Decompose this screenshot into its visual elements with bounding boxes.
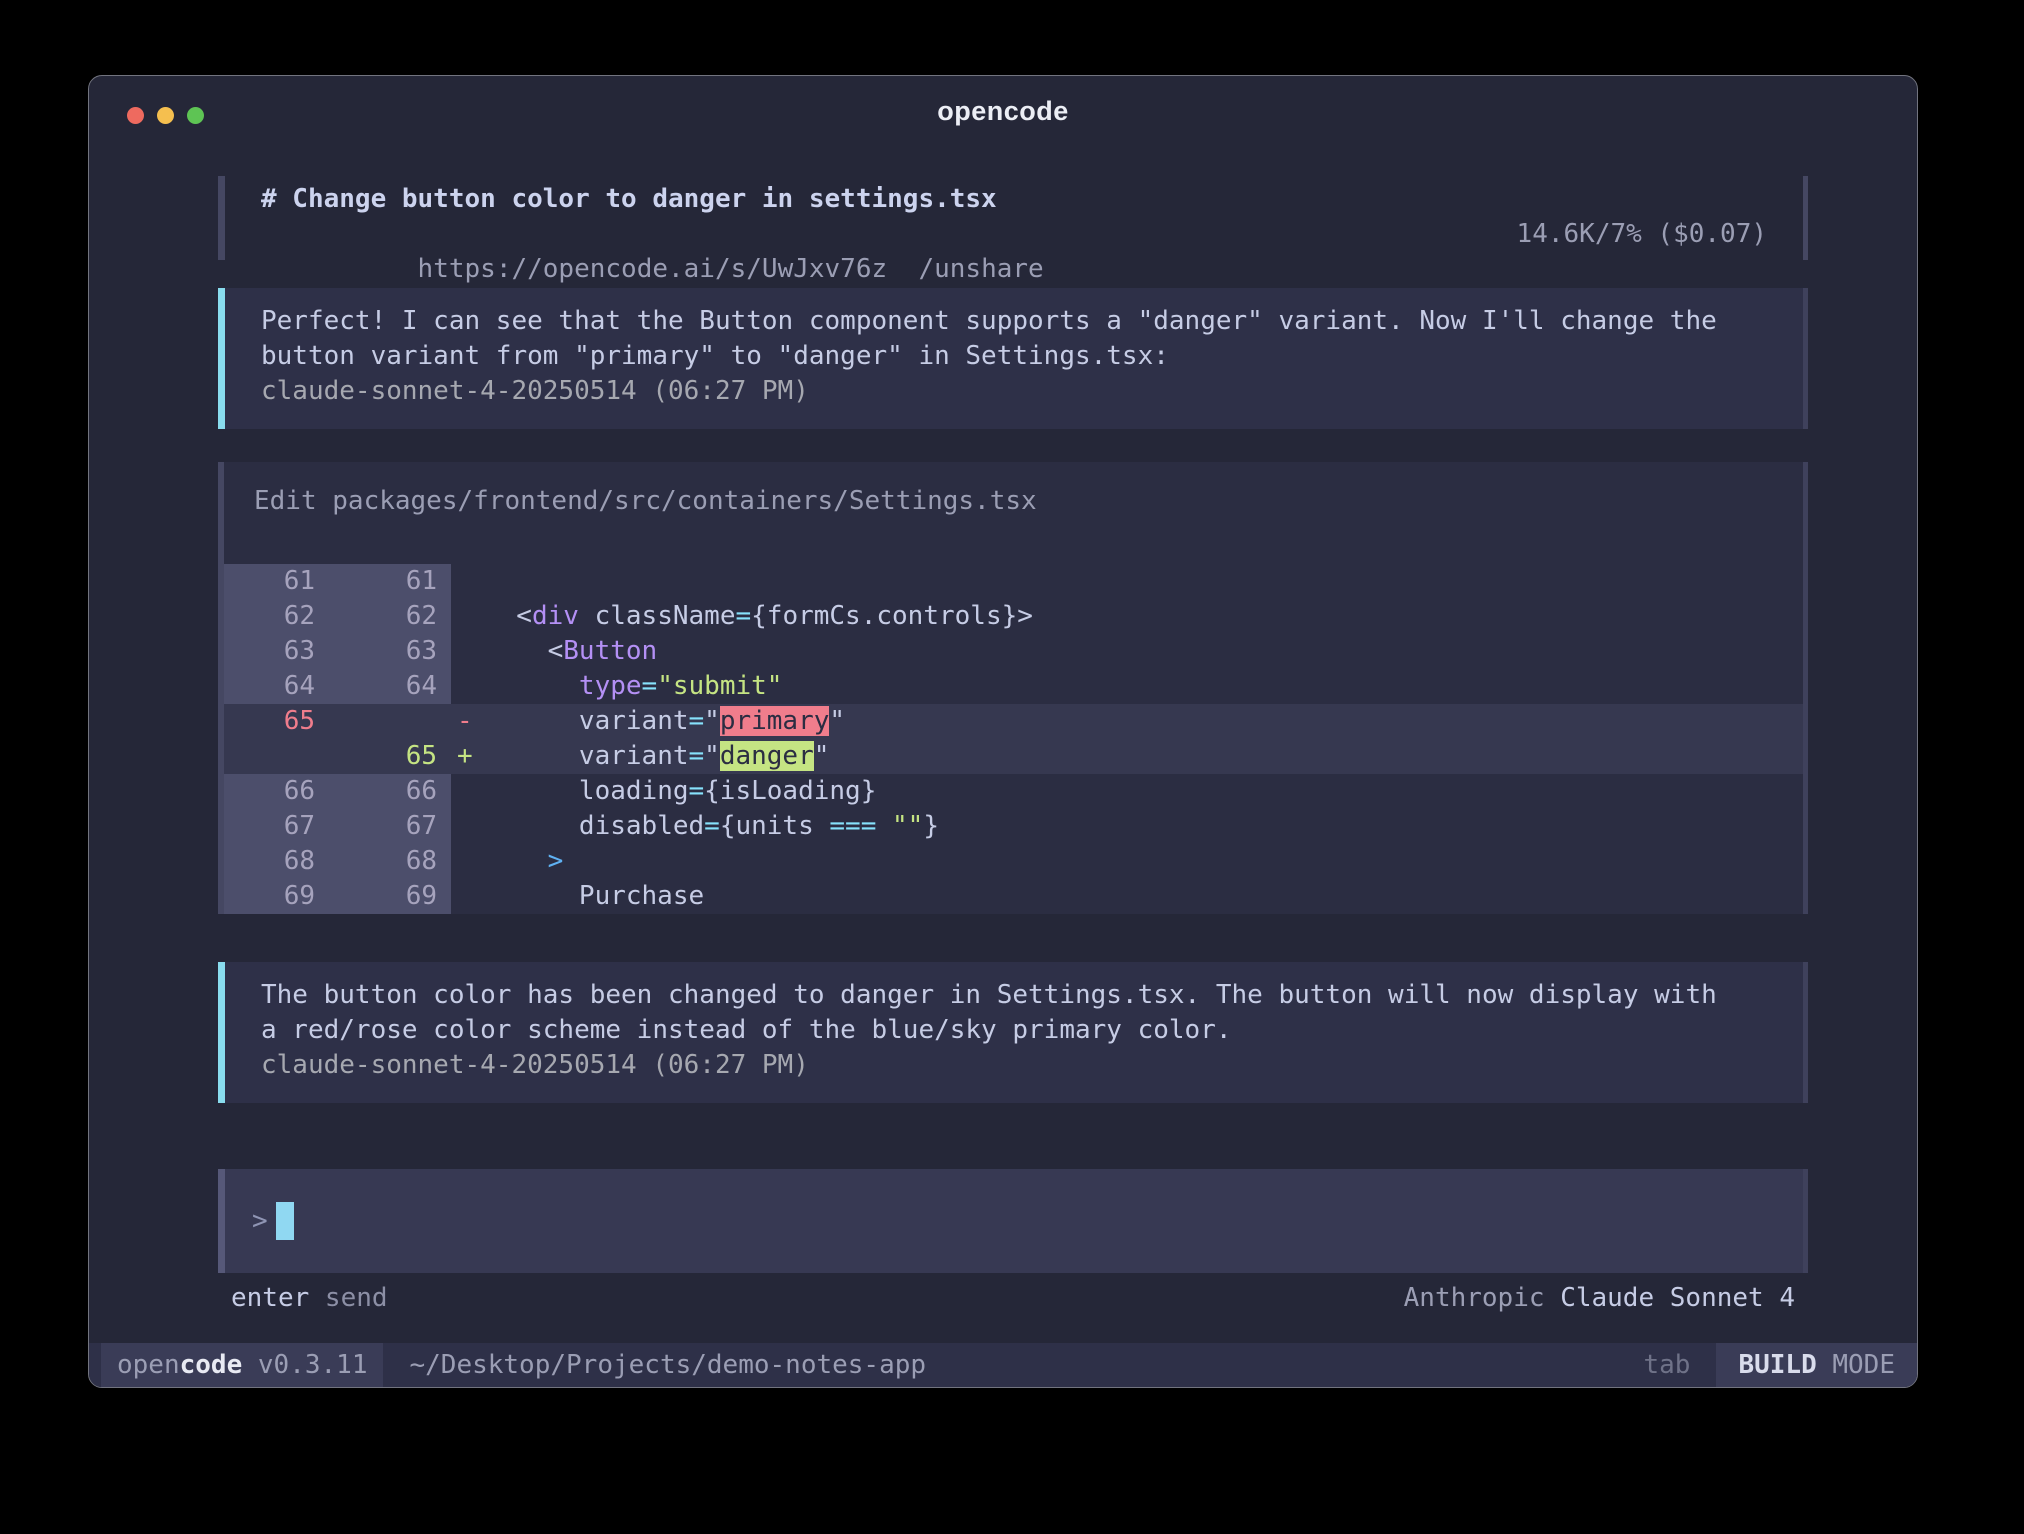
text-cursor <box>276 1202 294 1240</box>
prompt-input[interactable]: > <box>218 1169 1808 1273</box>
diff-line: 6666 loading={isLoading} <box>224 774 1803 809</box>
diff-line: 6363 <Button <box>224 634 1803 669</box>
hint-row: enter send Anthropic Claude Sonnet 4 <box>218 1281 1808 1316</box>
unshare-command[interactable]: /unshare <box>918 254 1043 284</box>
model-indicator: Anthropic Claude Sonnet 4 <box>1404 1281 1795 1316</box>
diff-line: 65- variant="primary" <box>224 704 1803 739</box>
message-text-line: button variant from "primary" to "danger… <box>261 339 1767 374</box>
diff-line: 6767 disabled={units === ""} <box>224 809 1803 844</box>
edit-file-header: Edit packages/frontend/src/containers/Se… <box>224 484 1803 519</box>
diff-line: 6161 <box>224 564 1803 599</box>
diff-line: 6868 > <box>224 844 1803 879</box>
desktop-background: opencode # Change button color to danger… <box>0 0 2024 1534</box>
opencode-window: opencode # Change button color to danger… <box>88 75 1918 1388</box>
model-timestamp: claude-sonnet-4-20250514 (06:27 PM) <box>261 1048 1767 1083</box>
diff-line: 6262 <div className={formCs.controls}> <box>224 599 1803 634</box>
diff-line: 65+ variant="danger" <box>224 739 1803 774</box>
message-text-line: a red/rose color scheme instead of the b… <box>261 1013 1767 1048</box>
spacer <box>887 254 918 284</box>
session-title: # Change button color to danger in setti… <box>261 182 997 217</box>
diff-code-block: 61616262 <div className={formCs.controls… <box>224 564 1803 914</box>
model-timestamp: claude-sonnet-4-20250514 (06:27 PM) <box>261 374 1767 409</box>
message-text-line: Perfect! I can see that the Button compo… <box>261 304 1767 339</box>
titlebar[interactable]: opencode <box>89 76 1917 140</box>
edit-tool-card: Edit packages/frontend/src/containers/Se… <box>218 462 1808 914</box>
build-mode-segment[interactable]: BUILD MODE <box>1716 1343 1917 1387</box>
diff-line: 6464 type="submit" <box>224 669 1803 704</box>
assistant-message: Perfect! I can see that the Button compo… <box>218 288 1808 429</box>
diff-line: 6969 Purchase <box>224 879 1803 914</box>
status-bar: opencode v0.3.11 ~/Desktop/Projects/demo… <box>89 1343 1917 1387</box>
enter-hint: enter send <box>231 1281 388 1316</box>
session-header: # Change button color to danger in setti… <box>218 176 1808 260</box>
message-text-line: The button color has been changed to dan… <box>261 978 1767 1013</box>
window-title: opencode <box>89 96 1917 127</box>
share-url[interactable]: https://opencode.ai/s/UwJxv76z <box>418 254 888 284</box>
assistant-message: The button color has been changed to dan… <box>218 962 1808 1103</box>
tab-key-hint: tab <box>1643 1350 1690 1380</box>
prompt-symbol: > <box>252 1204 268 1239</box>
working-directory: ~/Desktop/Projects/demo-notes-app <box>409 1350 926 1380</box>
app-version-segment: opencode v0.3.11 <box>101 1343 383 1387</box>
